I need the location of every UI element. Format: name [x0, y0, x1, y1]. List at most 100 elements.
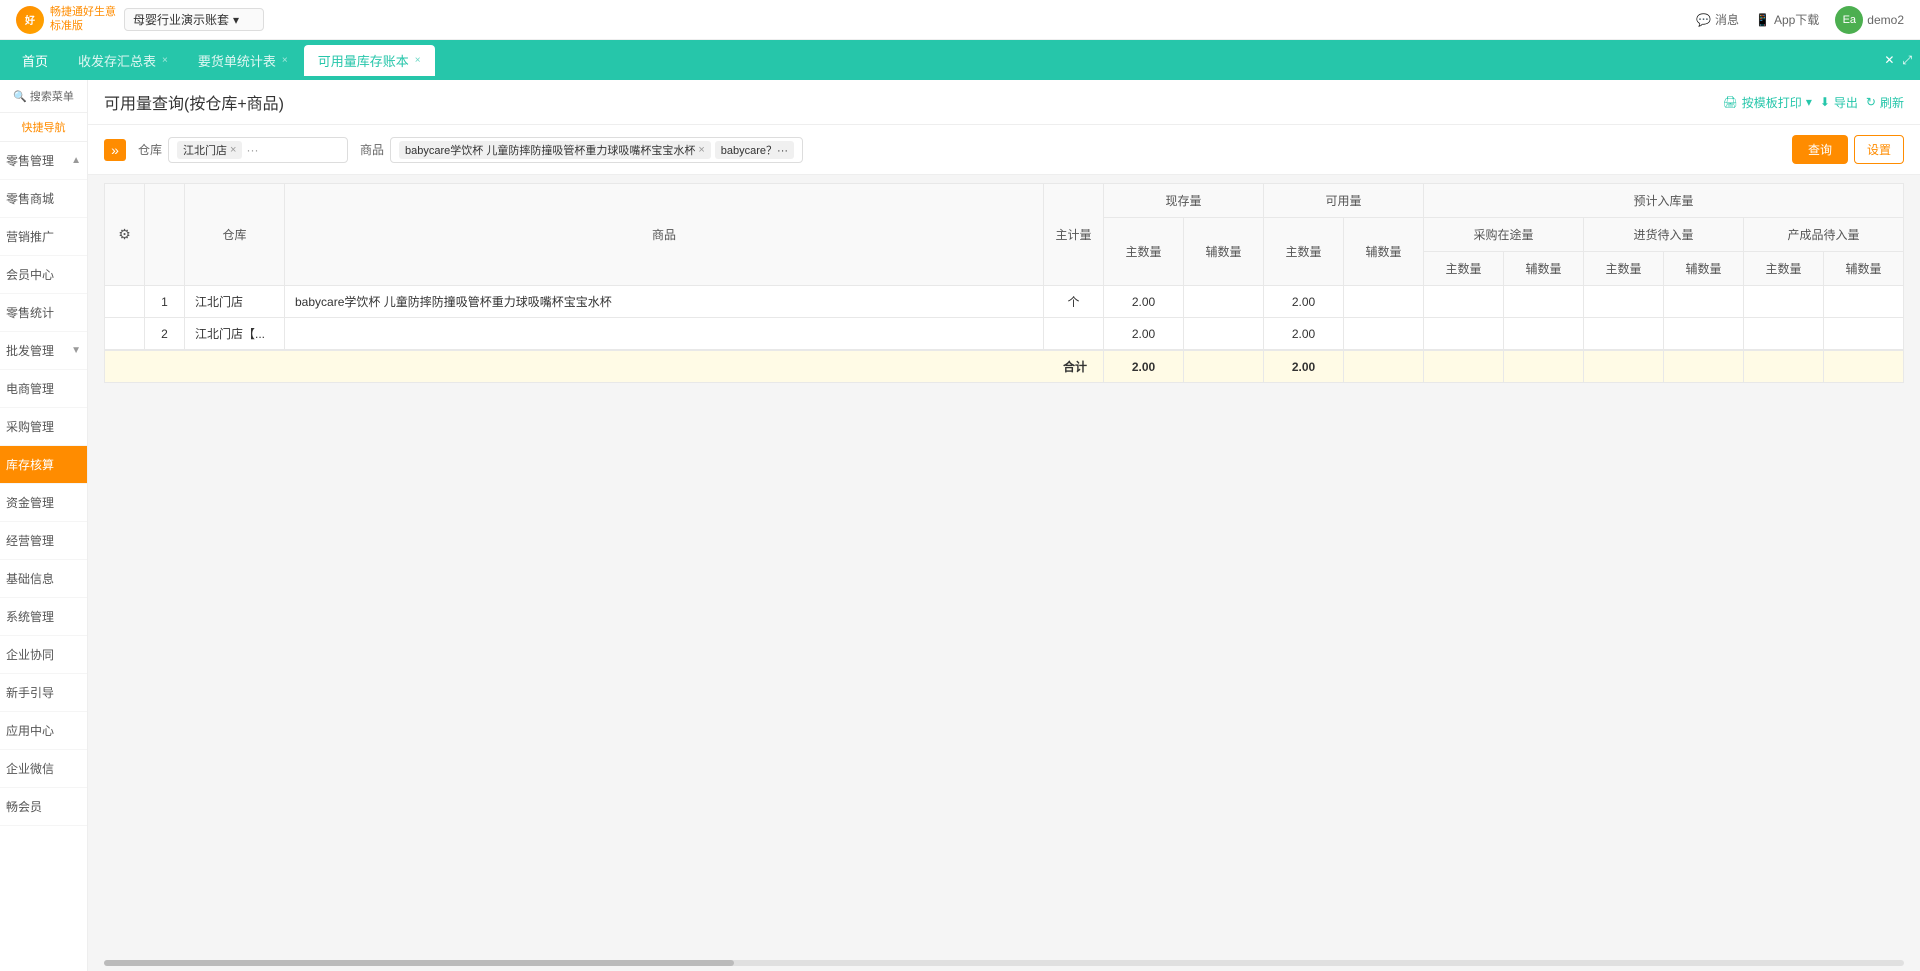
sidebar-item-operations[interactable]: 经营管理	[0, 522, 87, 560]
scrollbar-thumb[interactable]	[104, 960, 734, 966]
table-wrapper: ⚙ 仓库 商品 主计量 现存量 可用量 预计入库量 主数量 辅数量 主数量	[88, 175, 1920, 955]
sidebar-item-system[interactable]: 系统管理	[0, 598, 87, 636]
sidebar-item-retail-mgmt[interactable]: 零售管理 ▲	[0, 142, 87, 180]
row-current-main-1: 2.00	[1104, 318, 1184, 351]
chevron-down-icon: ▾	[233, 13, 239, 27]
footer-products-aux	[1824, 350, 1904, 383]
sidebar-item-wholesale[interactable]: 批发管理 ▼	[0, 332, 87, 370]
row-warehouse-0: 江北门店	[185, 286, 285, 318]
sidebar-item-enterprise[interactable]: 企业协同	[0, 636, 87, 674]
sidebar-item-retail-stats[interactable]: 零售统计	[0, 294, 87, 332]
gear-header[interactable]: ⚙	[105, 184, 145, 286]
main-layout: 🔍 搜索菜单 快捷导航 零售管理 ▲ 零售商城 营销推广 会员中心 零售统计 批…	[0, 80, 1920, 971]
maximize-icon[interactable]: ⤢	[1902, 53, 1912, 68]
row-available-main-0: 2.00	[1264, 286, 1344, 318]
sidebar-item-retail-mall[interactable]: 零售商城	[0, 180, 87, 218]
sidebar-item-ecommerce[interactable]: 电商管理	[0, 370, 87, 408]
footer-products-main	[1744, 350, 1824, 383]
page-header: 可用量查询(按仓库+商品) 🖨 按模板打印 ▾ ⬇ 导出 ↻ 刷新	[88, 80, 1920, 125]
row-current-aux-1	[1184, 318, 1264, 351]
product-tag-1: babycare学饮杯 儿童防摔防撞吸管杯重力球吸嘴杯宝宝水杯 ×	[399, 141, 711, 159]
chevron-down-icon: ▾	[1806, 95, 1812, 109]
row-available-main-1: 2.00	[1264, 318, 1344, 351]
settings-button[interactable]: 设置	[1854, 135, 1904, 164]
top-bar-left: 好 畅捷通好生意 标准版 母婴行业演示账套 ▾	[16, 6, 264, 34]
row-num-0: 1	[145, 286, 185, 318]
row-product-0: babycare学饮杯 儿童防摔防撞吸管杯重力球吸嘴杯宝宝水杯	[285, 286, 1044, 318]
close-all-icon[interactable]: ✕	[1884, 53, 1894, 67]
tab-collection[interactable]: 收发存汇总表 ×	[64, 45, 182, 76]
query-button[interactable]: 查询	[1792, 135, 1848, 164]
sidebar-item-finance[interactable]: 资金管理	[0, 484, 87, 522]
sidebar-item-inventory-check[interactable]: 库存核算	[0, 446, 87, 484]
table-row: 2 江北门店【... 2.00 2.00	[105, 318, 1904, 351]
product-filter-group: 商品 babycare学饮杯 儿童防摔防撞吸管杯重力球吸嘴杯宝宝水杯 × bab…	[360, 137, 803, 163]
current-aux-qty-header: 辅数量	[1184, 218, 1264, 286]
row-gear-0	[105, 286, 145, 318]
main-unit-header: 主计量	[1044, 184, 1104, 286]
close-tab-collection[interactable]: ×	[162, 55, 168, 66]
current-stock-header: 现存量	[1104, 184, 1264, 218]
user-menu[interactable]: Ea demo2	[1835, 6, 1904, 34]
refresh-button[interactable]: ↻ 刷新	[1866, 94, 1904, 111]
remove-warehouse-tag[interactable]: ×	[230, 144, 236, 156]
available-aux-qty-header: 辅数量	[1344, 218, 1424, 286]
filter-actions: 查询 设置	[1792, 135, 1904, 164]
row-gear-1	[105, 318, 145, 351]
row-unit-0: 个	[1044, 286, 1104, 318]
row-purchase-aux-1	[1504, 318, 1584, 351]
sidebar-item-app-center[interactable]: 应用中心	[0, 712, 87, 750]
sidebar-item-purchase[interactable]: 采购管理	[0, 408, 87, 446]
filter-expand-button[interactable]: »	[104, 139, 126, 161]
footer-purchase-main	[1424, 350, 1504, 383]
footer-goods-aux	[1664, 350, 1744, 383]
app-download-button[interactable]: 📱 App下载	[1755, 11, 1819, 28]
row-unit-1	[1044, 318, 1104, 351]
product-input[interactable]: babycare学饮杯 儿童防摔防撞吸管杯重力球吸嘴杯宝宝水杯 × babyca…	[390, 137, 803, 163]
sidebar-item-member[interactable]: 会员中心	[0, 256, 87, 294]
top-bar: 好 畅捷通好生意 标准版 母婴行业演示账套 ▾ 💬 消息 📱 App下载 Ea …	[0, 0, 1920, 40]
chevron-down-icon: ▼	[71, 345, 81, 356]
export-button[interactable]: ⬇ 导出	[1820, 94, 1858, 111]
footer-current-main: 2.00	[1104, 350, 1184, 383]
purchase-aux-header: 辅数量	[1504, 252, 1584, 286]
search-icon: 🔍	[13, 91, 27, 103]
warehouse-tag: 江北门店 ×	[177, 141, 242, 159]
tab-inventory[interactable]: 可用量库存账本 ×	[304, 45, 435, 76]
row-purchase-main-0	[1424, 286, 1504, 318]
sidebar-item-basic-info[interactable]: 基础信息	[0, 560, 87, 598]
sidebar-item-vip[interactable]: 畅会员	[0, 788, 87, 826]
template-print-button[interactable]: 🖨 按模板打印 ▾	[1723, 94, 1812, 111]
sidebar-item-marketing[interactable]: 营销推广	[0, 218, 87, 256]
row-goods-aux-0	[1664, 286, 1744, 318]
filter-bar: » 仓库 江北门店 × ··· 商品 babycare学饮杯 儿童防摔防撞吸管杯…	[88, 125, 1920, 175]
sidebar-item-enterprise-wechat[interactable]: 企业微信	[0, 750, 87, 788]
warehouse-more-button[interactable]: ···	[246, 143, 258, 157]
mobile-icon: 📱	[1755, 13, 1770, 27]
org-selector[interactable]: 母婴行业演示账套 ▾	[124, 8, 264, 31]
row-products-main-0	[1744, 286, 1824, 318]
warehouse-input[interactable]: 江北门店 × ···	[168, 137, 348, 163]
row-current-aux-0	[1184, 286, 1264, 318]
row-current-main-0: 2.00	[1104, 286, 1184, 318]
horizontal-scrollbar[interactable]	[104, 960, 1904, 966]
row-num-header	[145, 184, 185, 286]
purchase-transit-header: 采购在途量	[1424, 218, 1584, 252]
sidebar-search[interactable]: 🔍 搜索菜单	[0, 80, 87, 113]
products-waiting-header: 产成品待入量	[1744, 218, 1904, 252]
sidebar-quick-nav[interactable]: 快捷导航	[0, 113, 87, 142]
tab-order[interactable]: 要货单统计表 ×	[184, 45, 302, 76]
footer-current-aux	[1184, 350, 1264, 383]
row-goods-main-1	[1584, 318, 1664, 351]
footer-goods-main	[1584, 350, 1664, 383]
tab-home[interactable]: 首页	[8, 45, 62, 76]
products-main-header: 主数量	[1744, 252, 1824, 286]
close-tab-order[interactable]: ×	[282, 55, 288, 66]
refresh-icon: ↻	[1866, 95, 1876, 109]
close-tab-inventory[interactable]: ×	[415, 55, 421, 66]
message-button[interactable]: 💬 消息	[1696, 11, 1739, 28]
page-actions: 🖨 按模板打印 ▾ ⬇ 导出 ↻ 刷新	[1723, 94, 1904, 111]
remove-product-tag-1[interactable]: ×	[698, 144, 704, 156]
row-products-aux-1	[1824, 318, 1904, 351]
sidebar-item-new-guide[interactable]: 新手引导	[0, 674, 87, 712]
